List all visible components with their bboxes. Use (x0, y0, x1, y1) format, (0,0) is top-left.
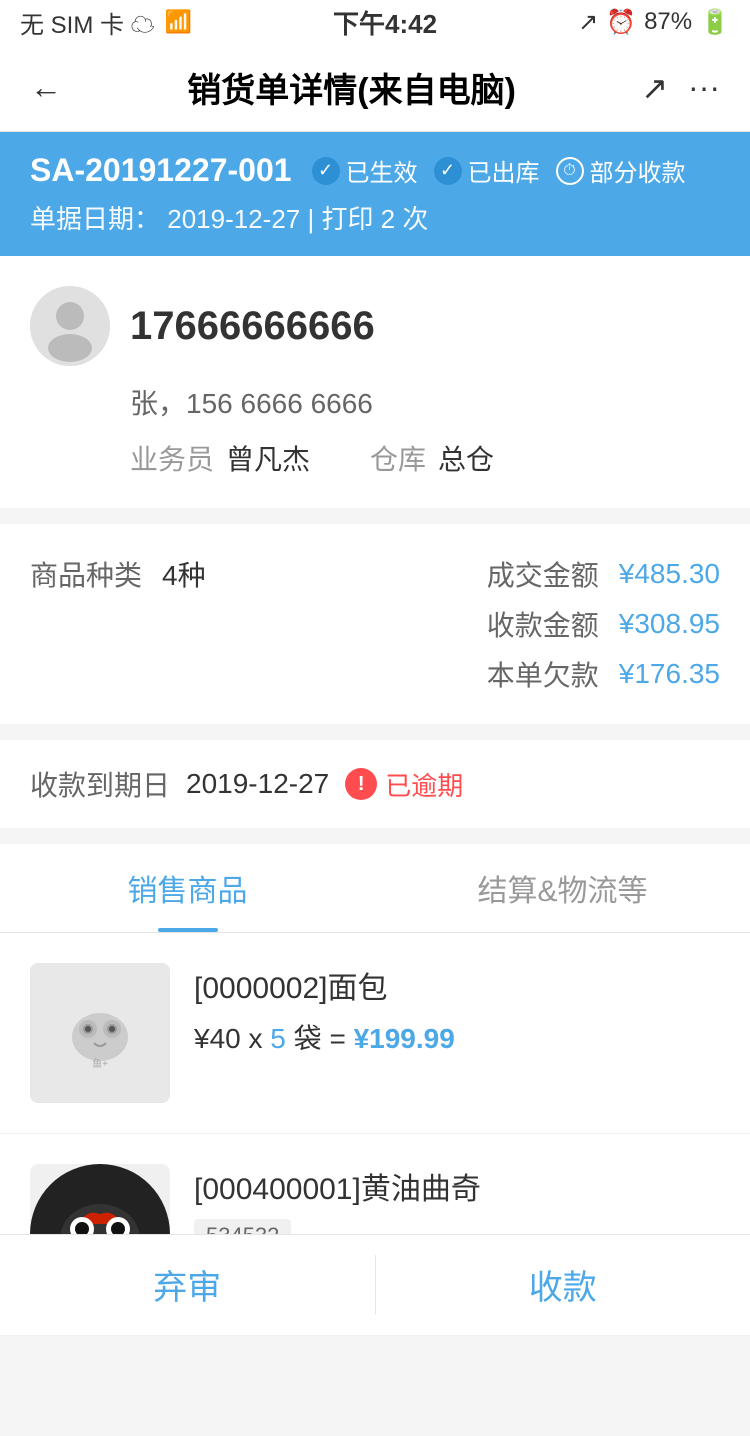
location-icon: ↗ (578, 8, 598, 37)
order-id: SA-20191227-001 (30, 152, 292, 189)
status-bar: 无 SIM 卡 ☁ 📶 下午4:42 ↗ ⏰ 87% 🔋 (0, 0, 750, 44)
price-x-1: x (249, 1023, 271, 1054)
due-date-label: 收款到期日 (30, 764, 170, 804)
tab-active-indicator (158, 928, 218, 932)
product-type-value: 4种 (162, 554, 206, 594)
badge-activated: ✓ 已生效 (312, 153, 418, 188)
tab-settlement-label: 结算&物流等 (477, 866, 647, 910)
customer-phone: 17666666666 (130, 304, 375, 349)
due-amount-row: 本单欠款 ¥176.35 (487, 654, 720, 694)
product-price-1: ¥40 x 5 袋 = ¥199.99 (194, 1017, 720, 1057)
product-item: 鱼+ [0000002]面包 ¥40 x 5 袋 = ¥199.99 (0, 933, 750, 1134)
page-title: 销货单详情(来自电脑) (187, 63, 516, 112)
product-code-2: [000400001] (194, 1173, 361, 1206)
order-header: SA-20191227-001 ✓ 已生效 ✓ 已出库 ⏱ 部分收款 单据日期：… (0, 132, 750, 256)
warehouse-label: 仓库 (370, 438, 426, 478)
price-eq-1: = (329, 1023, 353, 1054)
due-amount-value: ¥176.35 (619, 658, 720, 690)
product-code-1: [0000002] (194, 972, 327, 1005)
avatar (30, 286, 110, 366)
more-button[interactable]: ··· (688, 69, 720, 106)
overdue-badge: ! 已逾期 (345, 766, 463, 803)
warehouse: 仓库 总仓 (370, 438, 494, 478)
nav-left: ← (30, 69, 62, 106)
tabs-section: 销售商品 结算&物流等 (0, 844, 750, 933)
svg-text:鱼+: 鱼+ (92, 1057, 108, 1070)
product-image-1: 鱼+ (30, 963, 170, 1103)
clock-icon: ⏱ (556, 157, 584, 185)
product-title-2: 黄油曲奇 (361, 1173, 481, 1206)
order-date-row: 单据日期： 2019-12-27 | 打印 2 次 (30, 199, 720, 236)
customer-name-phone: 张，156 6666 6666 (30, 382, 720, 422)
nav-bar: ← 销货单详情(来自电脑) ↗ ··· (0, 44, 750, 132)
status-right: ↗ ⏰ 87% 🔋 (578, 8, 730, 37)
nav-right: ↗ ··· (641, 69, 720, 107)
overdue-icon: ! (345, 768, 377, 800)
unit-price-1: ¥40 (194, 1023, 241, 1054)
alarm-icon: ⏰ (606, 8, 636, 37)
tab-sales-products[interactable]: 销售商品 (0, 844, 375, 932)
customer-section: 17666666666 张，156 6666 6666 业务员 曾凡杰 仓库 总… (0, 256, 750, 508)
tab-settlement[interactable]: 结算&物流等 (375, 844, 750, 932)
overdue-text: 已逾期 (385, 766, 463, 803)
product-type-row: 商品种类 4种 (30, 554, 206, 594)
check-icon-1: ✓ (312, 157, 340, 185)
due-date-value: 2019-12-27 (186, 768, 329, 800)
bottom-bar: 弃审 收款 (0, 1234, 750, 1334)
total-1: ¥199.99 (354, 1023, 455, 1054)
collect-payment-button[interactable]: 收款 (376, 1235, 750, 1334)
product-name-2: [000400001]黄油曲奇 (194, 1164, 720, 1208)
tab-sales-label: 销售商品 (128, 866, 248, 910)
deal-amount-row: 成交金额 ¥485.30 (487, 554, 720, 594)
status-left: 无 SIM 卡 ☁ 📶 (20, 5, 192, 40)
deal-amount-label: 成交金额 (487, 554, 599, 594)
cancel-review-button[interactable]: 弃审 (0, 1235, 375, 1334)
order-date-value: 2019-12-27 (167, 204, 300, 234)
product-placeholder-1: 鱼+ (30, 963, 170, 1103)
qty-1: 5 (270, 1023, 286, 1054)
warehouse-value: 总仓 (438, 438, 494, 478)
wifi-icon: 📶 (165, 9, 192, 35)
check-icon-2: ✓ (434, 157, 462, 185)
status-time: 下午4:42 (333, 4, 437, 41)
print-info: | 打印 2 次 (307, 204, 428, 234)
badge-shipped-label: 已出库 (468, 153, 540, 188)
status-badges: ✓ 已生效 ✓ 已出库 ⏱ 部分收款 (312, 153, 686, 188)
summary-left: 商品种类 4种 (30, 554, 206, 694)
back-button[interactable]: ← (30, 69, 62, 106)
battery-icon: 🔋 (700, 8, 730, 37)
user-avatar-icon (30, 286, 110, 366)
product-title-1: 面包 (327, 972, 387, 1005)
badge-activated-label: 已生效 (346, 153, 418, 188)
unit-1: 袋 (294, 1023, 322, 1054)
customer-meta: 业务员 曾凡杰 仓库 总仓 (30, 438, 720, 478)
summary-right: 成交金额 ¥485.30 收款金额 ¥308.95 本单欠款 ¥176.35 (487, 554, 720, 694)
received-amount-row: 收款金额 ¥308.95 (487, 604, 720, 644)
share-button[interactable]: ↗ (641, 69, 668, 107)
battery-level: 87% (644, 8, 692, 36)
summary-section: 商品种类 4种 成交金额 ¥485.30 收款金额 ¥308.95 本单欠款 ¥… (0, 524, 750, 724)
order-date-label: 单据日期： (30, 204, 160, 234)
sales-rep-label: 业务员 (130, 438, 214, 478)
sales-rep: 业务员 曾凡杰 (130, 438, 310, 478)
sales-rep-value: 曾凡杰 (226, 438, 310, 478)
owl-icon: 鱼+ (60, 993, 140, 1073)
badge-partial-label: 部分收款 (590, 153, 686, 188)
badge-partial-payment: ⏱ 部分收款 (556, 153, 686, 188)
due-amount-label: 本单欠款 (487, 654, 599, 694)
badge-shipped: ✓ 已出库 (434, 153, 540, 188)
received-amount-value: ¥308.95 (619, 608, 720, 640)
deal-amount-value: ¥485.30 (619, 558, 720, 590)
received-amount-label: 收款金额 (487, 604, 599, 644)
sim-status: 无 SIM 卡 ☁ (20, 5, 155, 40)
product-name-1: [0000002]面包 (194, 963, 720, 1007)
product-info-1: [0000002]面包 ¥40 x 5 袋 = ¥199.99 (194, 963, 720, 1057)
product-type-label: 商品种类 (30, 554, 142, 594)
due-date-section: 收款到期日 2019-12-27 ! 已逾期 (0, 740, 750, 828)
